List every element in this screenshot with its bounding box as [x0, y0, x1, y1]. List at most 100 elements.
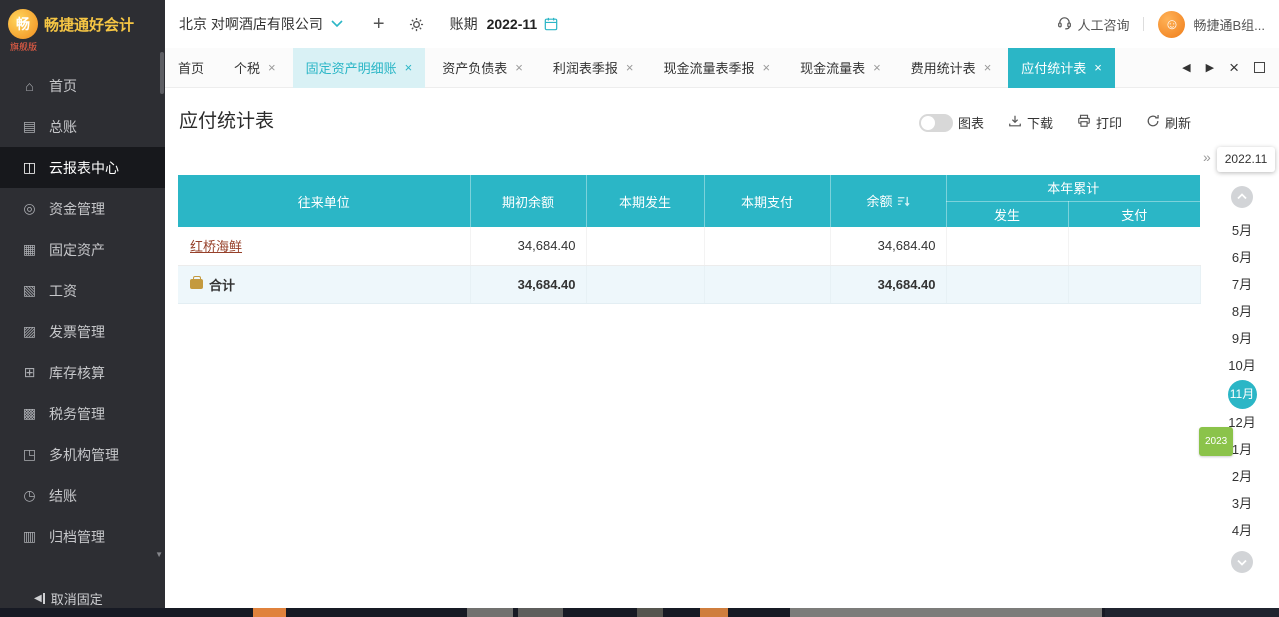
table-total-row: 合计 34,684.40 34,684.40	[178, 265, 1201, 304]
taskbar-item[interactable]	[790, 608, 1102, 617]
sidebar-scrollbar-thumb[interactable]	[160, 52, 164, 94]
tabs-scroll-left-icon[interactable]: ◀	[1182, 61, 1190, 74]
sidebar-item-general-ledger[interactable]: ▤ 总账	[0, 106, 165, 147]
refresh-button[interactable]: 刷新	[1146, 113, 1191, 132]
tab-income-quarterly[interactable]: 利润表季报 ×	[540, 48, 647, 88]
tab-close-icon[interactable]: ×	[268, 60, 276, 75]
sidebar-item-cloud-reports[interactable]: ◫ 云报表中心	[0, 147, 165, 188]
sidebar-item-payroll[interactable]: ▧ 工资	[0, 270, 165, 311]
sidebar-item-label: 结账	[49, 487, 77, 504]
sidebar-item-funds[interactable]: ◎ 资金管理	[0, 188, 165, 229]
tab-balance-sheet[interactable]: 资产负债表 ×	[429, 48, 536, 88]
tab-label: 首页	[178, 61, 205, 76]
print-label: 打印	[1095, 116, 1122, 131]
sidebar-item-archive[interactable]: ▥ 归档管理	[0, 516, 165, 557]
sidebar-item-label: 首页	[49, 77, 77, 94]
chart-toggle[interactable]	[918, 113, 953, 132]
chevron-down-icon[interactable]	[331, 20, 343, 28]
tab-close-icon[interactable]: ×	[873, 60, 881, 75]
sidebar: 畅 畅捷通好会计 旗舰版 ⌂ 首页 ▤ 总账 ◫ 云报表中心 ◎ 资金管理 ▦	[0, 0, 165, 617]
month-item-jan[interactable]: 2023 1月	[1199, 427, 1279, 463]
total-label: 合计	[209, 277, 236, 293]
cell-opening-balance: 34,684.40	[470, 227, 587, 266]
taskbar-item[interactable]	[700, 608, 728, 617]
tab-fixed-asset-detail[interactable]: 固定资产明细账 ×	[292, 47, 426, 88]
taskbar-item[interactable]	[518, 608, 563, 617]
month-item-sep[interactable]: 9月	[1205, 325, 1279, 352]
app-window: 畅 畅捷通好会计 旗舰版 ⌂ 首页 ▤ 总账 ◫ 云报表中心 ◎ 资金管理 ▦	[0, 0, 1279, 617]
fixed-assets-icon: ▦	[22, 241, 37, 257]
month-item-aug[interactable]: 8月	[1205, 298, 1279, 325]
sidebar-item-label: 总账	[49, 118, 77, 135]
tab-close-icon[interactable]: ×	[762, 60, 770, 75]
edition-badge: 旗舰版	[10, 42, 38, 52]
calendar-icon[interactable]	[544, 17, 558, 31]
total-period-pay	[704, 265, 831, 304]
user-avatar[interactable]: ☺	[1158, 10, 1186, 38]
tab-expense-stats[interactable]: 费用统计表 ×	[898, 48, 1005, 88]
tab-payable-stats[interactable]: 应付统计表 ×	[1008, 47, 1115, 88]
sidebar-item-inventory[interactable]: ⊞ 库存核算	[0, 352, 165, 393]
settings-gear-icon[interactable]	[409, 17, 424, 32]
month-panel: » 2022.11 5月 6月 7月 8月 9月 10月 11月 12月 202…	[1199, 140, 1279, 602]
current-period-box[interactable]: 2022.11	[1217, 147, 1275, 172]
month-item-may[interactable]: 5月	[1205, 217, 1279, 244]
col-header-opening-balance: 期初余额	[470, 175, 587, 227]
period-label: 账期	[449, 16, 478, 32]
tab-close-icon[interactable]: ×	[626, 60, 634, 75]
period-value[interactable]: 2022-11	[487, 16, 538, 32]
unit-link[interactable]: 红桥海鲜	[190, 239, 242, 254]
month-item-feb[interactable]: 2月	[1205, 463, 1279, 490]
month-item-nov-active[interactable]: 11月	[1205, 379, 1279, 409]
tab-personal-tax[interactable]: 个税 ×	[221, 48, 289, 88]
tabs-scroll-right-icon[interactable]: ▶	[1206, 61, 1214, 74]
tab-cashflow-quarterly[interactable]: 现金流量表季报 ×	[650, 48, 783, 88]
print-button[interactable]: 打印	[1077, 113, 1122, 132]
collapse-panel-icon[interactable]: »	[1203, 149, 1211, 165]
tab-close-icon[interactable]: ×	[405, 60, 413, 75]
user-name[interactable]: 畅捷通B组...	[1193, 15, 1265, 34]
tab-cashflow[interactable]: 现金流量表 ×	[787, 48, 894, 88]
col-header-unit: 往来单位	[178, 175, 471, 227]
taskbar-item[interactable]	[637, 608, 663, 617]
download-button[interactable]: 下载	[1008, 113, 1053, 132]
company-selector[interactable]: 北京 对啊酒店有限公司	[179, 14, 323, 34]
sort-descending-icon[interactable]	[897, 196, 910, 211]
consult-button[interactable]: 人工咨询	[1057, 15, 1129, 34]
sidebar-item-label: 工资	[49, 282, 77, 299]
month-item-mar[interactable]: 3月	[1205, 490, 1279, 517]
unpin-sidebar-button[interactable]: ◀ 取消固定	[0, 589, 165, 608]
cell-ytd-occur	[946, 227, 1069, 266]
tab-label: 个税	[234, 61, 261, 76]
sidebar-item-invoices[interactable]: ▨ 发票管理	[0, 311, 165, 352]
fullscreen-icon[interactable]	[1254, 62, 1265, 73]
tab-bar: 首页 个税 × 固定资产明细账 × 资产负债表 × 利润表季报 × 现金流量表季…	[165, 47, 1279, 88]
tabs-close-all-icon[interactable]: ×	[1229, 59, 1239, 76]
download-icon	[1008, 114, 1022, 131]
sidebar-item-tax[interactable]: ▩ 税务管理	[0, 393, 165, 434]
headset-icon	[1057, 15, 1072, 33]
sidebar-scroll-down-icon[interactable]: ▼	[155, 550, 163, 559]
sidebar-item-closing[interactable]: ◷ 结账	[0, 475, 165, 516]
tab-label: 现金流量表季报	[663, 61, 755, 76]
month-item-jul[interactable]: 7月	[1205, 271, 1279, 298]
cell-period-pay	[704, 227, 831, 266]
month-item-jun[interactable]: 6月	[1205, 244, 1279, 271]
taskbar-item[interactable]	[467, 608, 513, 617]
add-button[interactable]: +	[373, 14, 385, 34]
cell-balance: 34,684.40	[830, 227, 947, 266]
tab-close-icon[interactable]: ×	[1094, 60, 1102, 75]
month-item-apr[interactable]: 4月	[1205, 517, 1279, 544]
tab-close-icon[interactable]: ×	[515, 60, 523, 75]
months-scroll-up-button[interactable]	[1231, 186, 1253, 208]
tab-home[interactable]: 首页	[165, 48, 217, 88]
sidebar-item-fixed-assets[interactable]: ▦ 固定资产	[0, 229, 165, 270]
month-item-oct[interactable]: 10月	[1205, 352, 1279, 379]
sidebar-item-home[interactable]: ⌂ 首页	[0, 65, 165, 106]
tab-label: 费用统计表	[910, 61, 976, 76]
consult-label: 人工咨询	[1077, 17, 1130, 33]
months-scroll-down-button[interactable]	[1231, 551, 1253, 573]
taskbar-item[interactable]	[253, 608, 286, 617]
tab-close-icon[interactable]: ×	[984, 60, 992, 75]
sidebar-item-multi-org[interactable]: ◳ 多机构管理	[0, 434, 165, 475]
